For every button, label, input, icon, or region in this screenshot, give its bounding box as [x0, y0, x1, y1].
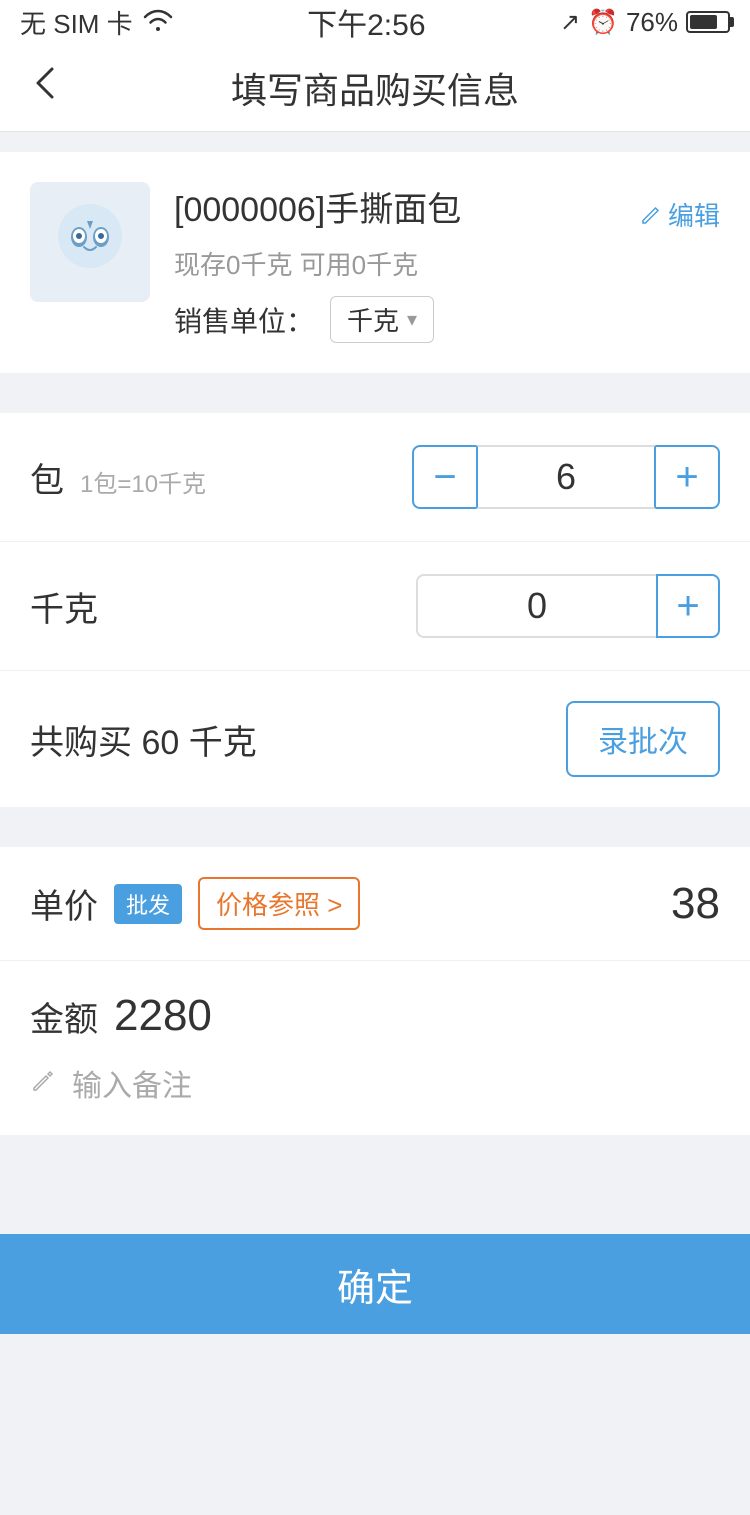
- edit-button[interactable]: 编辑: [640, 196, 720, 233]
- status-time: 下午2:56: [307, 0, 425, 44]
- pencil-icon: [30, 1066, 58, 1101]
- price-ref-button[interactable]: 价格参照 >: [198, 877, 360, 930]
- bao-quantity-control: − +: [412, 445, 720, 509]
- bao-label-group: 包 1包=10千克: [30, 453, 412, 502]
- kg-label-group: 千克: [30, 582, 416, 631]
- confirm-button[interactable]: 确定: [0, 1234, 750, 1334]
- kg-quantity-row: 千克 +: [0, 542, 750, 670]
- separator-2: [0, 807, 750, 827]
- edit-label: 编辑: [668, 196, 720, 233]
- product-name: [0000006]手撕面包: [174, 182, 720, 231]
- bao-quantity-input[interactable]: [476, 445, 656, 509]
- status-bar: 无 SIM 卡 下午2:56 ↗ ⏰ 76%: [0, 0, 750, 44]
- note-placeholder: 输入备注: [72, 1061, 192, 1105]
- battery-icon: [686, 11, 730, 33]
- bao-quantity-row: 包 1包=10千克 − +: [0, 413, 750, 542]
- total-row: 共购买 60 千克 录批次: [0, 670, 750, 807]
- amount-value: 2280: [114, 991, 212, 1041]
- nav-bar: 填写商品购买信息: [0, 44, 750, 132]
- price-left: 单价 批发 价格参照 >: [30, 877, 360, 930]
- quantity-section: 包 1包=10千克 − + 千克 +: [0, 413, 750, 670]
- location-icon: ↗: [560, 8, 580, 37]
- battery-percent: 76%: [626, 7, 678, 38]
- price-section: 单价 批发 价格参照 > 38: [0, 847, 750, 961]
- note-row[interactable]: 输入备注: [30, 1061, 720, 1105]
- kg-label: 千克: [30, 582, 98, 631]
- total-text: 共购买 60 千克: [30, 715, 257, 764]
- separator-1: [0, 373, 750, 393]
- carrier-text: 无 SIM 卡: [20, 4, 133, 41]
- price-tag: 批发: [114, 884, 182, 924]
- bao-minus-button[interactable]: −: [412, 445, 476, 509]
- kg-quantity-control: +: [416, 574, 720, 638]
- product-stock: 现存0千克 可用0千克: [174, 245, 720, 282]
- price-label: 单价: [30, 879, 98, 928]
- kg-quantity-input[interactable]: [416, 574, 656, 638]
- product-logo: [55, 201, 125, 283]
- back-button[interactable]: [30, 61, 58, 115]
- amount-section: 金额 2280 输入备注: [0, 961, 750, 1135]
- alarm-icon: ⏰: [588, 8, 618, 37]
- product-unit: 销售单位： 千克 ▾: [174, 296, 720, 343]
- amount-row: 金额 2280: [30, 991, 720, 1041]
- wifi-icon: [143, 7, 173, 38]
- chevron-down-icon: ▾: [407, 307, 417, 332]
- unit-label: 销售单位：: [174, 300, 314, 340]
- batch-button[interactable]: 录批次: [566, 701, 720, 777]
- bao-label: 包: [30, 453, 64, 502]
- product-section: [0000006]手撕面包 现存0千克 可用0千克 销售单位： 千克 ▾ 编辑: [0, 152, 750, 373]
- status-left: 无 SIM 卡: [20, 4, 173, 41]
- status-right: ↗ ⏰ 76%: [560, 7, 730, 38]
- product-image: [30, 182, 150, 302]
- price-value: 38: [671, 879, 720, 929]
- page-title: 填写商品购买信息: [231, 62, 519, 114]
- product-info: [0000006]手撕面包 现存0千克 可用0千克 销售单位： 千克 ▾: [174, 182, 720, 343]
- bao-plus-button[interactable]: +: [656, 445, 720, 509]
- amount-label: 金额: [30, 992, 98, 1041]
- bao-sublabel: 1包=10千克: [80, 464, 206, 499]
- kg-plus-button[interactable]: +: [656, 574, 720, 638]
- unit-value: 千克: [347, 301, 399, 338]
- unit-selector[interactable]: 千克 ▾: [330, 296, 434, 343]
